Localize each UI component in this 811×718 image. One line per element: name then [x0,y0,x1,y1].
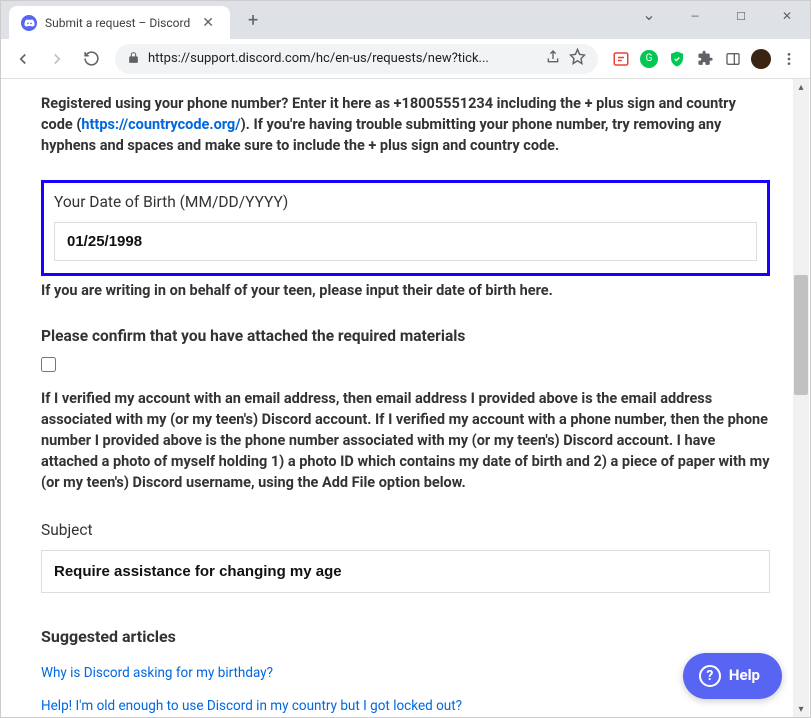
dob-label: Your Date of Birth (MM/DD/YYYY) [54,191,757,213]
suggested-articles-title: Suggested articles [41,625,770,648]
tab-title: Submit a request – Discord [45,16,190,30]
confirm-label: Please confirm that you have attached th… [41,325,770,347]
profile-avatar[interactable] [748,46,774,72]
browser-window: Submit a request – Discord ✕ + ☐ https:/… [0,0,811,718]
extension-shield-icon[interactable] [664,46,690,72]
window-close-icon[interactable] [764,1,810,31]
extensions-puzzle-icon[interactable] [692,46,718,72]
intro-text: Registered using your phone number? Ente… [41,93,770,156]
toolbar-extensions: G [608,46,802,72]
extension-translate-icon[interactable] [608,46,634,72]
confirm-checkbox-row [41,357,770,378]
window-maximize-icon[interactable]: ☐ [718,1,764,31]
countrycode-link[interactable]: https://countrycode.org/ [81,116,240,133]
share-icon[interactable] [545,49,561,69]
dob-input[interactable] [54,222,757,261]
window-dropdown-icon[interactable] [626,1,672,31]
window-controls: ☐ [626,1,810,31]
lock-icon [127,51,140,67]
help-icon: ? [699,665,721,687]
forward-button [43,45,71,73]
scroll-thumb[interactable] [794,275,808,395]
extension-grammarly-icon[interactable]: G [636,46,662,72]
subject-label: Subject [41,519,770,541]
suggested-link-2[interactable]: Help! I'm old enough to use Discord in m… [41,697,770,717]
discord-favicon [21,15,37,31]
scrollbar[interactable]: ▴ ▾ [793,79,809,717]
confirm-checkbox[interactable] [41,357,56,372]
tab-close-icon[interactable]: ✕ [198,13,218,33]
help-label: Help [729,665,760,687]
new-tab-button[interactable]: + [240,6,266,35]
help-button[interactable]: ? Help [683,653,782,699]
titlebar: Submit a request – Discord ✕ + ☐ [1,1,810,39]
scroll-up-icon[interactable]: ▴ [793,79,809,95]
suggested-link-1[interactable]: Why is Discord asking for my birthday? [41,664,770,684]
confirm-body-text: If I verified my account with an email a… [41,388,770,493]
browser-toolbar: https://support.discord.com/hc/en-us/req… [1,39,810,79]
dob-highlight: Your Date of Birth (MM/DD/YYYY) [41,180,770,275]
star-icon[interactable] [569,48,586,69]
address-bar[interactable]: https://support.discord.com/hc/en-us/req… [115,44,598,74]
url-text: https://support.discord.com/hc/en-us/req… [148,51,537,66]
back-button[interactable] [9,45,37,73]
reload-button[interactable] [77,45,105,73]
scroll-down-icon[interactable]: ▾ [793,701,809,717]
browser-tab[interactable]: Submit a request – Discord ✕ [9,6,230,40]
side-panel-icon[interactable] [720,46,746,72]
chrome-menu-icon[interactable] [776,46,802,72]
window-minimize-icon[interactable] [672,1,718,31]
page-content: Registered using your phone number? Ente… [1,79,810,717]
dob-help-text: If you are writing in on behalf of your … [41,280,770,301]
subject-input[interactable] [41,550,770,593]
